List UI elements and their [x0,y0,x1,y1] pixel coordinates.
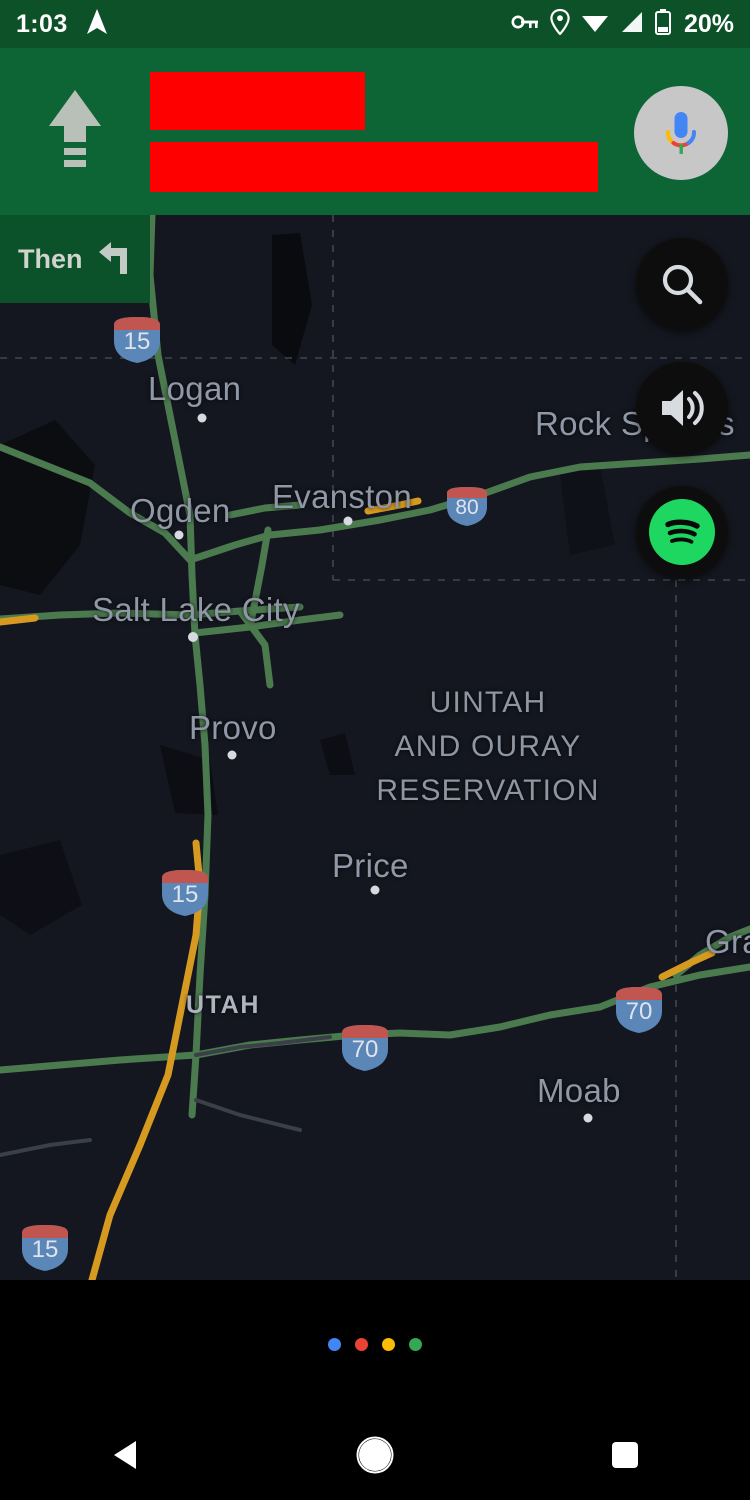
shield-number: 15 [31,1236,59,1263]
navigation-instruction-header[interactable] [0,48,750,215]
google-assistant-mic-button[interactable] [634,86,728,180]
page-dot-4 [409,1338,422,1351]
shield-number: 80 [455,496,479,519]
navigation-arrow-icon [86,8,108,41]
highway-shield-i15-north: 15 [110,315,164,365]
spotify-icon [649,499,715,565]
spotify-fab-button[interactable] [636,486,728,578]
status-bar-right: 20% [511,8,734,40]
volume-up-icon [658,386,706,430]
location-pin-icon [550,8,570,40]
battery-icon [654,8,671,40]
phone-screen: 1:03 20% Logan Ogden Evanston Rock Sprin… [0,0,750,1500]
shield-number: 70 [351,1036,379,1063]
page-dot-3 [382,1338,395,1351]
then-maneuver-bar[interactable]: Then [0,215,150,303]
shield-number: 15 [171,881,199,908]
map-geometry [0,215,750,1280]
highway-shield-i15-south: 15 [18,1223,72,1273]
recents-button[interactable] [565,1415,685,1500]
battery-percent-label: 20% [683,9,734,38]
highway-shield-i80: 80 [444,485,490,528]
highway-shield-i70-east: 70 [612,985,666,1035]
status-bar-left: 1:03 [16,8,108,41]
map-canvas[interactable]: Logan Ogden Evanston Rock Springs Salt L… [0,215,750,1280]
android-navigation-bar [0,1415,750,1500]
continue-straight-arrow-icon [0,86,150,178]
turn-left-arrow-icon [93,236,135,283]
status-bar-clock: 1:03 [16,9,68,38]
status-bar: 1:03 20% [0,0,750,48]
redacted-street-line-1 [150,71,365,130]
shield-number: 15 [123,328,151,355]
assistant-page-dots [0,1338,750,1351]
then-label: Then [18,243,83,274]
home-button[interactable] [315,1415,435,1500]
page-dot-2 [355,1338,368,1351]
highway-shield-i15-central: 15 [158,868,212,918]
cell-signal-icon [620,11,644,38]
search-icon [659,261,705,307]
back-triangle-icon [110,1439,140,1476]
highway-shield-i70-west: 70 [338,1023,392,1073]
page-dot-1 [328,1338,341,1351]
redacted-street-line-2 [150,141,598,192]
sound-fab-button[interactable] [636,362,728,454]
home-circle-icon [355,1435,395,1480]
recents-square-icon [610,1440,640,1475]
shield-number: 70 [625,998,653,1025]
search-fab-button[interactable] [636,238,728,330]
back-button[interactable] [65,1415,185,1500]
vpn-key-icon [511,12,539,37]
wifi-icon [581,11,609,38]
